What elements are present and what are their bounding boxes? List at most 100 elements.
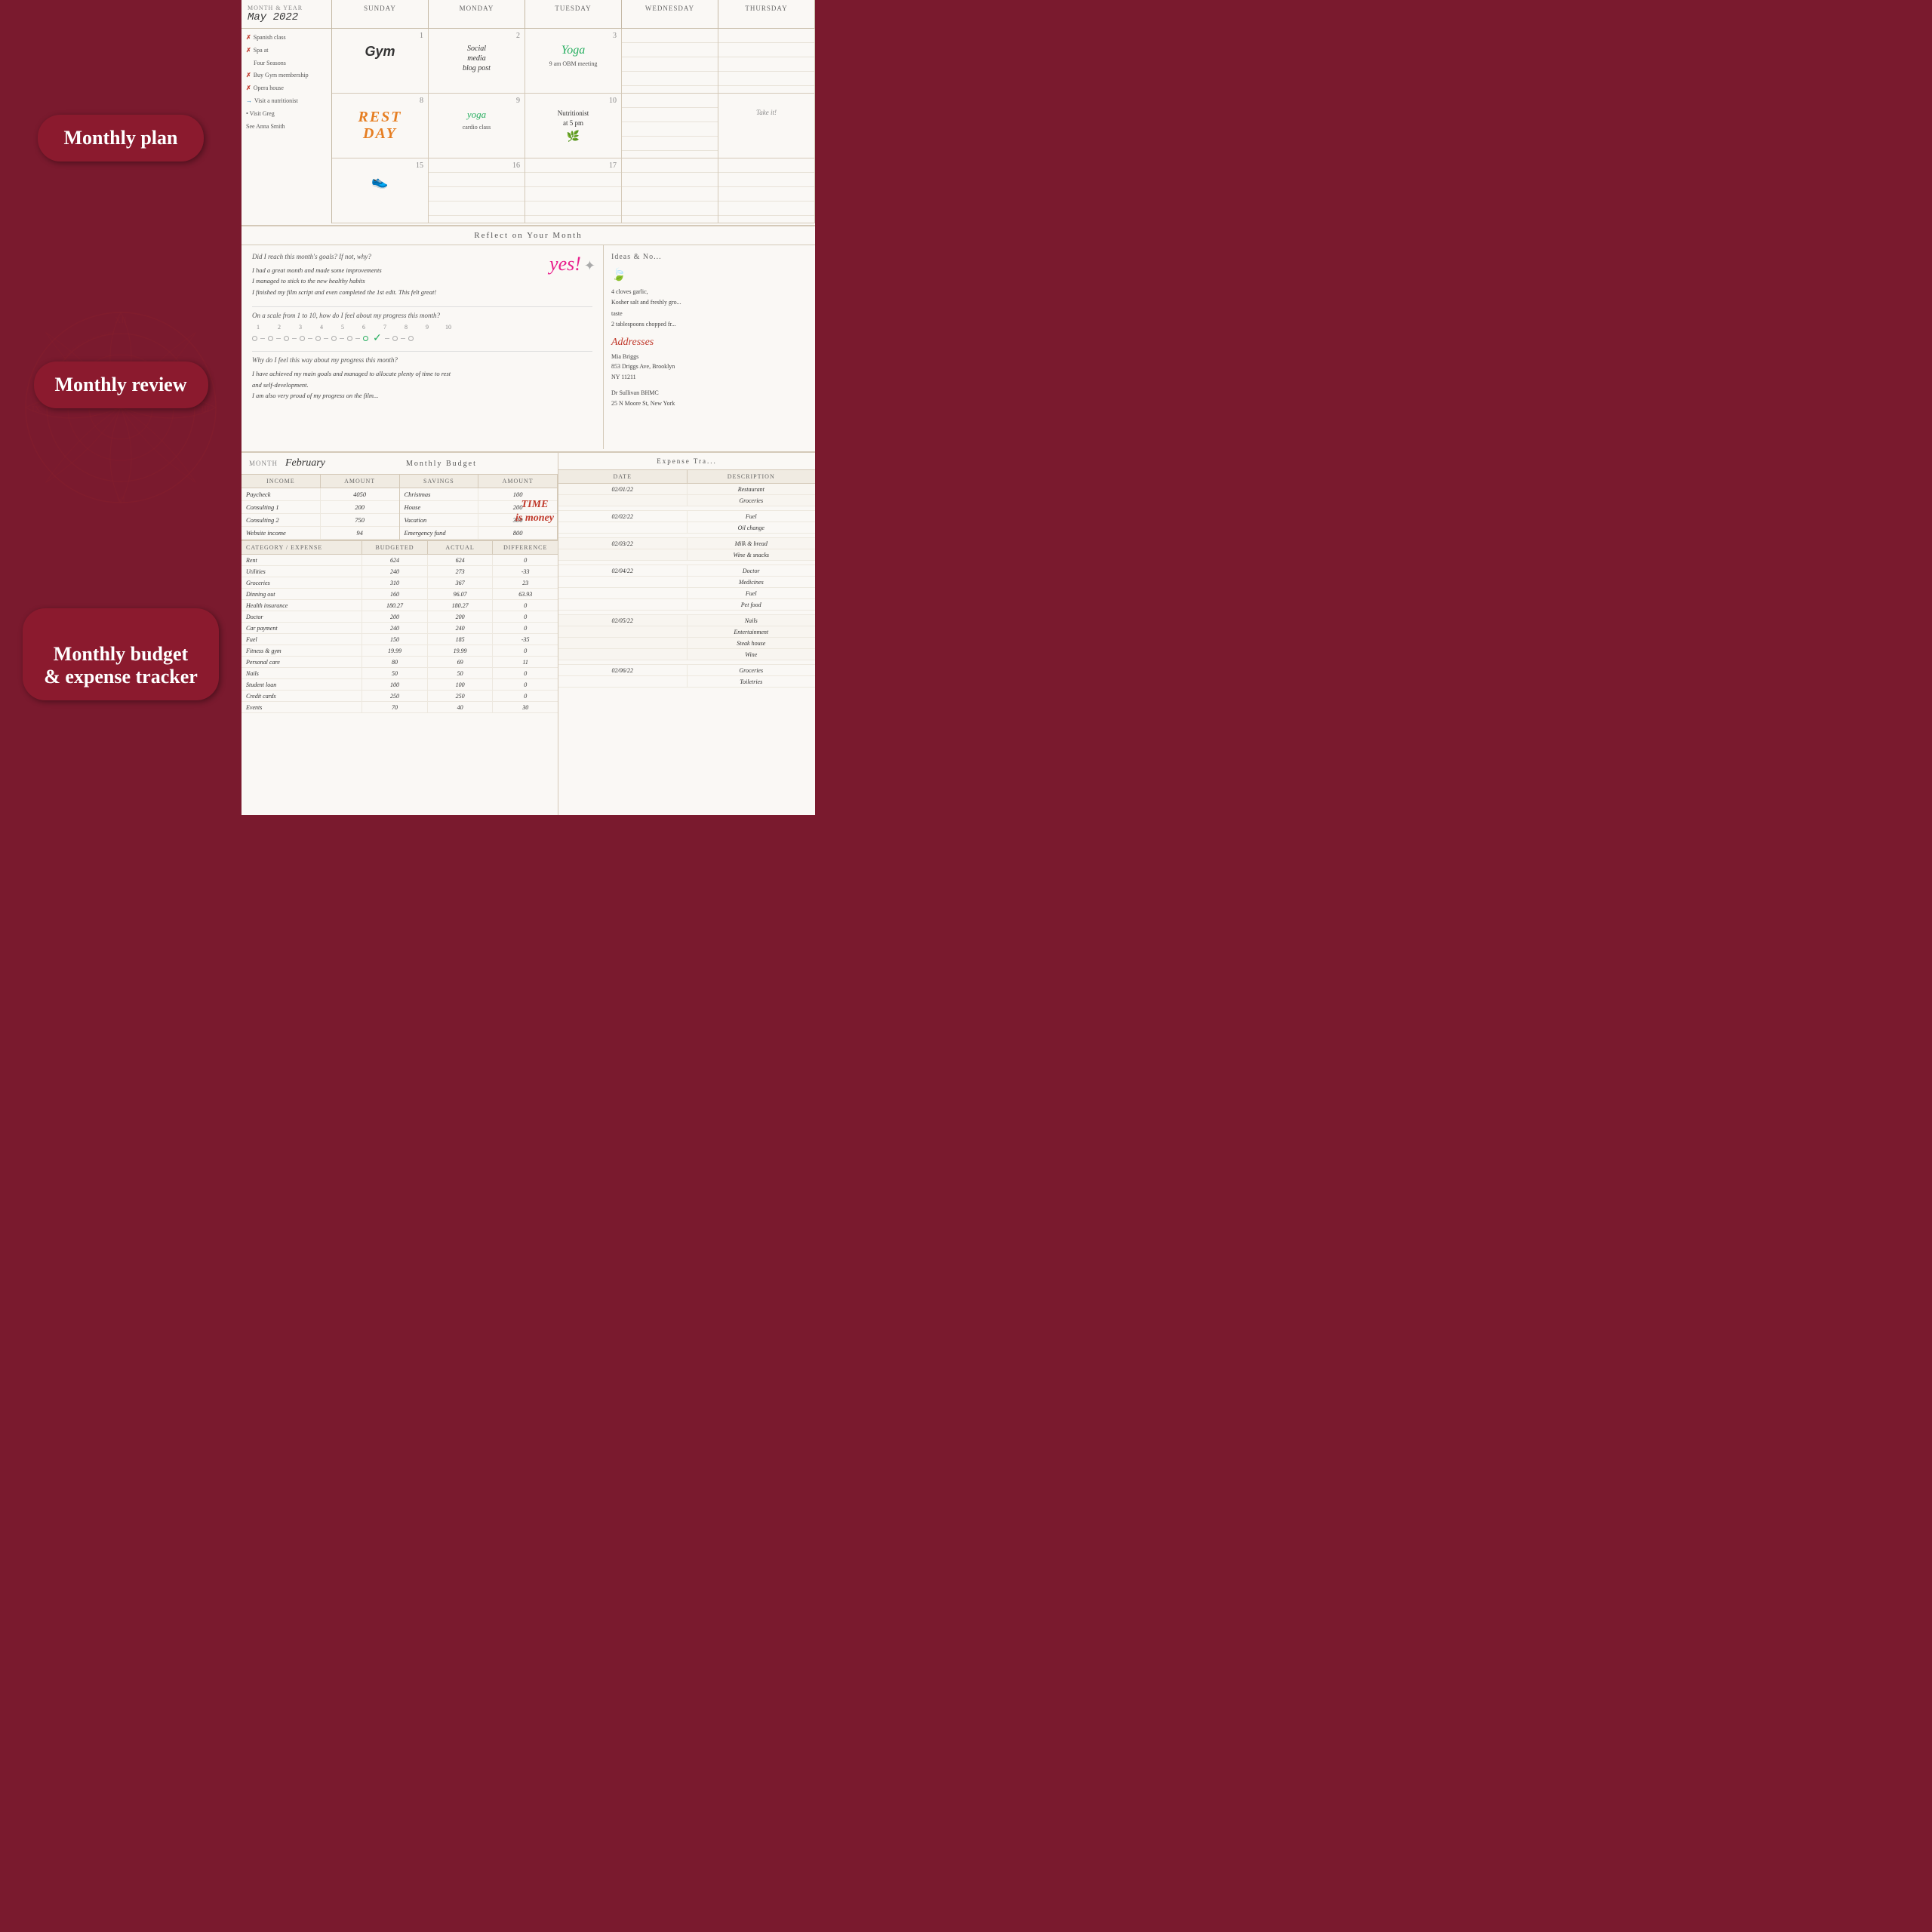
day-header-mon: MONDAY [429, 0, 525, 28]
cal-cell-19 [718, 158, 815, 223]
income-table: INCOME AMOUNT Paycheck 4050 Consulting 1… [242, 475, 400, 540]
expense-row: Credit cards2502500 [242, 691, 558, 702]
expense-row: Rent6246240 [242, 555, 558, 566]
cal-cell-15: 15 👟 [332, 158, 429, 223]
income-row-3: Consulting 2 750 [242, 514, 399, 527]
svg-text:IX: IX [32, 405, 41, 414]
income-row-1: Paycheck 4050 [242, 488, 399, 501]
income-row-2: Consulting 1 200 [242, 501, 399, 514]
note-item: See Anna Smith [246, 122, 327, 132]
savings-col-header: SAVINGS [400, 475, 479, 488]
expense-row: Dinning out16096.0763.93 [242, 589, 558, 600]
expense-row: Health insurance180.27180.270 [242, 600, 558, 611]
note-item: ✗Opera house [246, 84, 327, 94]
scale-numbers: 123 456 789 10 [252, 324, 592, 331]
expense-row: Doctor2002000 [242, 611, 558, 623]
budget-left-panel: MONTH February Monthly Budget INCOME AMO… [242, 453, 558, 815]
yes-decoration: yes! ✦ [549, 253, 595, 275]
recipe-text: 4 cloves garlic, Kosher salt and freshly… [611, 287, 808, 331]
tracker-row: Oil change [558, 522, 815, 534]
expense-row: Utilities240273-33 [242, 566, 558, 577]
expense-row: Groceries31036723 [242, 577, 558, 589]
ideas-title: Ideas & No... [611, 253, 808, 261]
day-header-tue: TUESDAY [525, 0, 622, 28]
left-panel: XII VI IX III you were born to win, you … [0, 0, 242, 815]
expense-tracker-panel: Expense Tra... DATE DESCRIPTION 02/01/22… [558, 453, 815, 815]
cal-cell-8: 8 RESTDAY [332, 94, 429, 158]
review-left-panel: Did I reach this month's goals? If not, … [242, 245, 604, 449]
monthly-plan-section: MONTH & YEAR May 2022 SUNDAY MONDAY TUES… [242, 0, 815, 226]
tracker-row: 02/01/22 Restaurant [558, 484, 815, 495]
calendar-grid: 1 Gym 2 Socialmediablog post 3 Yoga 9 am [332, 29, 815, 223]
month-year-cell: MONTH & YEAR May 2022 [242, 0, 332, 28]
tracker-row: Groceries [558, 495, 815, 506]
tracker-row: 02/06/22 Groceries [558, 665, 815, 676]
svg-text:XII: XII [115, 316, 127, 325]
scale-dots: ✓ [252, 332, 592, 345]
badge-monthly-review: Monthly review [34, 361, 208, 408]
expense-row: Nails50500 [242, 668, 558, 679]
review-question-2: On a scale from 1 to 10, how do I feel a… [252, 312, 592, 319]
cal-cell-12: Take it! [718, 94, 815, 158]
day-header-sun: SUNDAY [332, 0, 429, 28]
review-content: Did I reach this month's goals? If not, … [242, 245, 815, 449]
cal-cell-5 [718, 29, 815, 94]
note-item: • Visit Greg [246, 109, 327, 119]
svg-text:VI: VI [116, 496, 125, 505]
budget-income-savings: INCOME AMOUNT Paycheck 4050 Consulting 1… [242, 475, 558, 540]
expense-tracker-title: Expense Tra... [558, 453, 815, 470]
review-answer-3: I have achieved my main goals and manage… [252, 368, 592, 401]
income-header-row: INCOME AMOUNT [242, 475, 399, 488]
budget-header: MONTH February Monthly Budget [242, 453, 558, 475]
amount-col-header: AMOUNT [321, 475, 399, 488]
address-2: Dr Sullivan BHMC 25 N Moore St, New York [611, 388, 808, 408]
budget-month-value: February [285, 457, 325, 469]
expense-tracker-header-row: DATE DESCRIPTION [558, 470, 815, 484]
monthly-review-section: Reflect on Your Month Did I reach this m… [242, 226, 815, 453]
tracker-row: Medicines [558, 577, 815, 588]
month-year-value: May 2022 [248, 11, 325, 23]
cal-cell-11 [622, 94, 718, 158]
cal-cell-16: 16 [429, 158, 525, 223]
tracker-row: Pet food [558, 599, 815, 611]
badge-monthly-plan: Monthly plan [38, 115, 204, 162]
expense-row: Personal care806911 [242, 657, 558, 668]
note-item: ✗Buy Gym membership [246, 71, 327, 81]
note-item: → Visit a nutritionist [246, 97, 327, 106]
badge-monthly-budget: Monthly budget& expense tracker [23, 608, 219, 700]
tracker-row: 02/02/22 Fuel [558, 511, 815, 522]
tracker-row: Steak house [558, 638, 815, 649]
tracker-row: Wine [558, 649, 815, 660]
expenses-section: CATEGORY / EXPENSE BUDGETED ACTUAL DIFFE… [242, 540, 558, 713]
savings-row-4: Emergency fund 800 [400, 527, 558, 540]
address-1: Mia Briggs 853 Driggs Ave, Brooklyn NY 1… [611, 352, 808, 383]
month-year-label: MONTH & YEAR [248, 5, 325, 11]
right-panel: MONTH & YEAR May 2022 SUNDAY MONDAY TUES… [242, 0, 815, 815]
review-question-1: Did I reach this month's goals? If not, … [252, 253, 592, 260]
review-answer-1: I had a great month and made some improv… [252, 265, 592, 297]
budget-content: MONTH February Monthly Budget INCOME AMO… [242, 453, 815, 815]
savings-amount-header: AMOUNT [478, 475, 557, 488]
budget-section: MONTH February Monthly Budget INCOME AMO… [242, 453, 815, 815]
cal-cell-17: 17 [525, 158, 622, 223]
expense-row: Fitness & gym19.9919.990 [242, 645, 558, 657]
income-col-header: INCOME [242, 475, 321, 488]
tracker-row: 02/03/22 Milk & bread [558, 538, 815, 549]
day-header-wed: WEDNESDAY [622, 0, 718, 28]
expense-row: Student loan1001000 [242, 679, 558, 691]
cal-cell-3: 3 Yoga 9 am OBM meeting [525, 29, 622, 94]
tracker-row: Wine & snacks [558, 549, 815, 561]
tracker-row: Entertainment [558, 626, 815, 638]
note-item: ✗Spa at [246, 46, 327, 56]
savings-header-row: SAVINGS AMOUNT [400, 475, 558, 488]
day-header-thu: THURSDAY [718, 0, 815, 28]
expense-row: Events704030 [242, 702, 558, 713]
tracker-row: 02/04/22 Doctor [558, 565, 815, 577]
cal-cell-1: 1 Gym [332, 29, 429, 94]
note-item: ✗Spanish class [246, 33, 327, 43]
cal-cell-4 [622, 29, 718, 94]
review-right-panel: Ideas & No... 🍃 4 cloves garlic, Kosher … [604, 245, 815, 449]
budget-title: Monthly Budget [333, 460, 550, 468]
time-is-money: TIMEis money [515, 497, 554, 525]
cal-cell-18 [622, 158, 718, 223]
